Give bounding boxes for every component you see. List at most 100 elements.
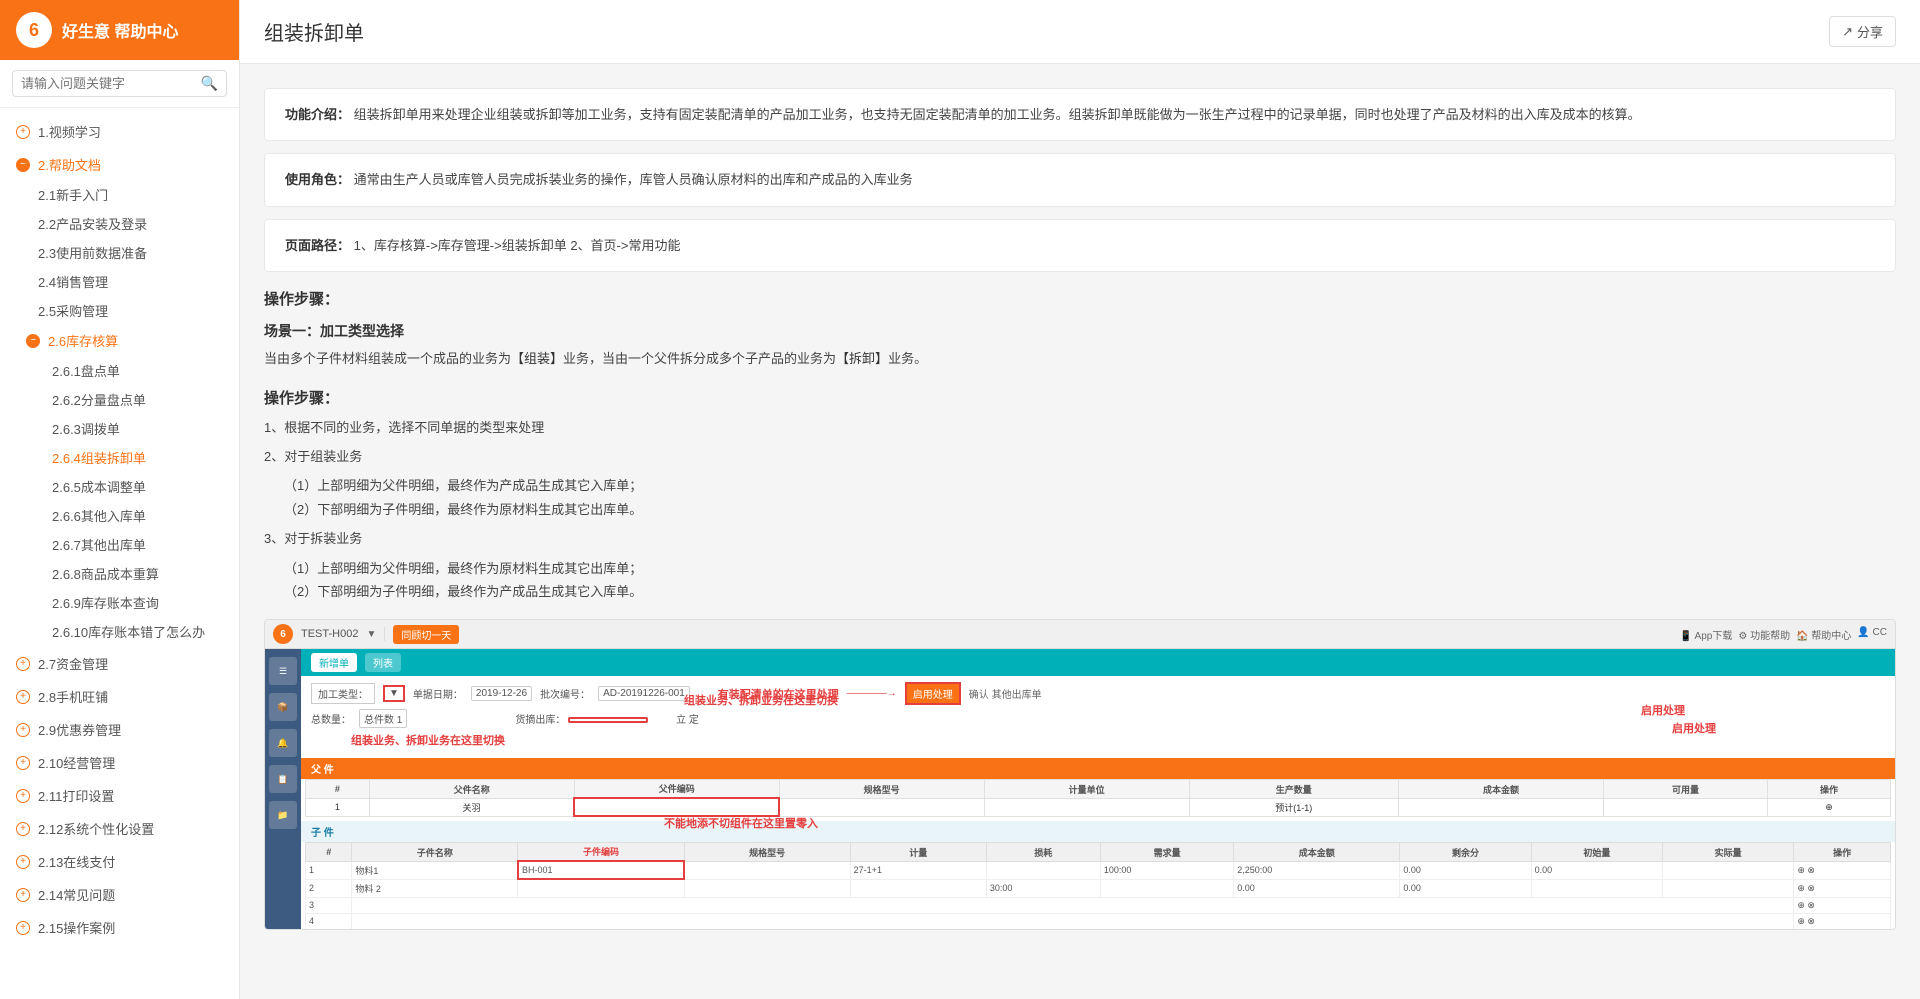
step-2: 2、对于组装业务 xyxy=(264,445,1896,468)
screenshot-container: 6 TEST-H002 ▼ 同顾切一天 📱 App下载 ⚙ 功能帮助 🏠 帮助中… xyxy=(264,619,1896,930)
screenshot-th-parent-code: 父件编码 xyxy=(574,780,779,799)
screenshot-assembly-label: 组装业务、拆卸业务在这里切换 xyxy=(351,732,505,748)
nav-section-payment: + 2.13在线支付 xyxy=(0,846,239,877)
plus-icon-8: + xyxy=(16,822,30,836)
screenshot-tab-new: 新增单 xyxy=(311,653,357,672)
main-content: 组装拆卸单 ↗ 分享 功能介绍： 组装拆卸单用来处理企业组装或拆卸等加工业务，支… xyxy=(240,0,1920,999)
sidebar-item-beginner[interactable]: 2.1新手入门 xyxy=(0,180,239,209)
search-icon[interactable]: 🔍 xyxy=(201,75,218,92)
sidebar-item-cases[interactable]: + 2.15操作案例 xyxy=(0,912,239,943)
nav-section-cases: + 2.15操作案例 xyxy=(0,912,239,943)
screenshot-td-costamt xyxy=(1399,798,1604,816)
sidebar-item-video-learning[interactable]: + 1.视频学习 xyxy=(0,116,239,147)
scene-desc: 当由多个子件材料组装成一个成品的业务为【组装】业务，当由一个父件拆分成多个子产品… xyxy=(264,347,1896,370)
step-1: 1、根据不同的业务，选择不同单据的类型来处理 xyxy=(264,416,1896,439)
sidebar-item-ledger-fix[interactable]: 2.6.10库存账本错了怎么办 xyxy=(0,617,239,646)
plus-icon-4: + xyxy=(16,690,30,704)
screenshot-nav-1: ☰ xyxy=(269,657,297,685)
sidebar-item-help-docs[interactable]: − 2.帮助文档 xyxy=(0,149,239,180)
sidebar-item-funds[interactable]: + 2.7资金管理 xyxy=(0,648,239,679)
minus-icon: − xyxy=(16,158,30,172)
plus-icon-10: + xyxy=(16,888,30,902)
search-input[interactable] xyxy=(21,76,201,91)
sidebar-item-other-out[interactable]: 2.6.7其他出库单 xyxy=(0,530,239,559)
screenshot-company: TEST-H002 xyxy=(301,628,358,640)
screenshot-parent-bar: 父 件 xyxy=(301,758,1895,779)
nav-section-1: + 1.视频学习 xyxy=(0,116,239,147)
screenshot-sub-th-loss: 损耗 xyxy=(986,843,1100,862)
screenshot-annotation-row: 组装业务、拆卸业务在这里切换 启用处理 xyxy=(311,732,1885,752)
sidebar-item-cost-recalc[interactable]: 2.6.8商品成本重算 xyxy=(0,559,239,588)
screenshot-sub-th-need: 需求量 xyxy=(1100,843,1233,862)
screenshot-nav-2: 📦 xyxy=(269,693,297,721)
annotation-assembly-switch: 组装业务、拆卸业务在这里切换 xyxy=(684,691,838,708)
sidebar-item-inventory[interactable]: − 2.6库存核算 xyxy=(0,325,239,356)
sidebar-item-purchase[interactable]: 2.5采购管理 xyxy=(0,296,239,325)
sidebar-item-install[interactable]: 2.2产品安装及登录 xyxy=(0,209,239,238)
screenshot-td-name: 关羽 xyxy=(369,798,574,816)
sidebar-header: 6 好生意 帮助中心 xyxy=(0,0,239,60)
sidebar-item-ops[interactable]: + 2.10经营管理 xyxy=(0,747,239,778)
screenshot-billno-input: AD-20191226-001 xyxy=(598,686,690,701)
app-name: 好生意 帮助中心 xyxy=(62,18,178,42)
role-text: 通常由生产人员或库管人员完成拆装业务的操作，库管人员确认原材料的出库和产成品的入… xyxy=(354,172,913,187)
screenshot-nav-4: 📋 xyxy=(269,765,297,793)
screenshot-qty-label: 总数量： xyxy=(311,711,351,726)
sidebar-item-coupon[interactable]: + 2.9优惠券管理 xyxy=(0,714,239,745)
screenshot-sub-th-name: 子件名称 xyxy=(352,843,518,862)
step-3-1: （1）上部明细为父件明细，最终作为原材料生成其它出库单； xyxy=(284,557,1896,580)
screenshot-topbar: 6 TEST-H002 ▼ 同顾切一天 📱 App下载 ⚙ 功能帮助 🏠 帮助中… xyxy=(265,620,1895,649)
screenshot-left-nav: ☰ 📦 🔔 📋 📁 xyxy=(265,649,301,929)
sidebar-item-settings[interactable]: + 2.12系统个性化设置 xyxy=(0,813,239,844)
path-text: 1、库存核算->库存管理->组装拆卸单 2、首页->常用功能 xyxy=(354,238,681,253)
screenshot-th-cost: 成本金额 xyxy=(1399,780,1604,799)
annotation-assembly-text: 组装业务、拆卸业务在这里切换 xyxy=(684,695,838,707)
step-2-1: （1）上部明细为父件明细，最终作为产成品生成其它入库单； xyxy=(284,474,1896,497)
step-2-2: （2）下部明细为子件明细，最终作为原材料生成其它出库单。 xyxy=(284,498,1896,521)
sidebar-item-mobile[interactable]: + 2.8手机旺铺 xyxy=(0,681,239,712)
sidebar-item-faq[interactable]: + 2.14常见问题 xyxy=(0,879,239,910)
screenshot-inner-topbar: 新增单 列表 xyxy=(301,649,1895,676)
sidebar-item-cost-adjust[interactable]: 2.6.5成本调整单 xyxy=(0,472,239,501)
sidebar-item-payment[interactable]: + 2.13在线支付 xyxy=(0,846,239,877)
sidebar-item-sales[interactable]: 2.4销售管理 xyxy=(0,267,239,296)
table-row: 1 物料1 BH-001 27-1+1 100:00 2,250:00 0. xyxy=(306,861,1891,879)
screenshot: 6 TEST-H002 ▼ 同顾切一天 📱 App下载 ⚙ 功能帮助 🏠 帮助中… xyxy=(264,619,1896,930)
nav-section-coupon: + 2.9优惠券管理 xyxy=(0,714,239,745)
screenshot-child-table: # 子件名称 子件编码 规格型号 计量 损耗 需求量 成本金额 剩余分 xyxy=(301,842,1895,929)
screenshot-main-area: ☰ 📦 🔔 📋 📁 新增单 列表 xyxy=(265,649,1895,929)
sidebar-item-print[interactable]: + 2.11打印设置 xyxy=(0,780,239,811)
screenshot-approve-box: 启用处理 xyxy=(905,682,961,705)
share-button[interactable]: ↗ 分享 xyxy=(1829,16,1896,47)
nav-section-faq: + 2.14常见问题 xyxy=(0,879,239,910)
annotation-zero-text: 不能地添不切组件在这里置零入 xyxy=(664,818,818,830)
function-label: 功能介绍： xyxy=(285,107,350,122)
table-row: 1 关羽 预计(1-1) ⊕ xyxy=(306,798,1891,816)
annotation-process: 启用处理 xyxy=(1672,719,1716,736)
sidebar-item-other-in[interactable]: 2.6.6其他入库单 xyxy=(0,501,239,530)
sidebar-item-ledger-query[interactable]: 2.6.9库存账本查询 xyxy=(0,588,239,617)
sidebar-item-partial-stocktake[interactable]: 2.6.2分量盘点单 xyxy=(0,385,239,414)
share-icon: ↗ xyxy=(1842,24,1853,40)
screenshot-child-bar: 子 件 xyxy=(301,821,1895,842)
screenshot-th-seq: # xyxy=(306,780,370,799)
screenshot-topbar-icons: 📱 App下载 ⚙ 功能帮助 🏠 帮助中心 👤 CC xyxy=(1680,627,1887,642)
table-row: 3⊕ ⊗ xyxy=(306,897,1891,913)
screenshot-sub-th-code: 子件编码 xyxy=(518,843,684,862)
sidebar-item-data-prep[interactable]: 2.3使用前数据准备 xyxy=(0,238,239,267)
plus-icon: + xyxy=(16,125,30,139)
plus-icon-3: + xyxy=(16,657,30,671)
annotation-zero-fill: 不能地添不切组件在这里置零入 xyxy=(664,814,818,831)
plus-icon-11: + xyxy=(16,921,30,935)
screenshot-tab-list: 列表 xyxy=(365,653,401,672)
screenshot-parent-table: # 父件名称 父件编码 规格型号 计量单位 生产数量 成本金额 可用量 操作 xyxy=(301,779,1895,817)
sidebar-item-stocktake[interactable]: 2.6.1盘点单 xyxy=(0,356,239,385)
page-title: 组装拆卸单 xyxy=(264,17,364,46)
info-block-function: 功能介绍： 组装拆卸单用来处理企业组装或拆卸等加工业务，支持有固定装配清单的产品… xyxy=(264,88,1896,141)
screenshot-date-label: 单据日期： xyxy=(413,686,463,701)
search-container: 🔍 xyxy=(0,60,239,108)
sidebar-item-assembly[interactable]: 2.6.4组装拆卸单 xyxy=(0,443,239,472)
sidebar-item-transfer[interactable]: 2.6.3调拨单 xyxy=(0,414,239,443)
screenshot-warehouse-box: 货摘出库： xyxy=(515,711,648,726)
screenshot-th-parent-name: 父件名称 xyxy=(369,780,574,799)
